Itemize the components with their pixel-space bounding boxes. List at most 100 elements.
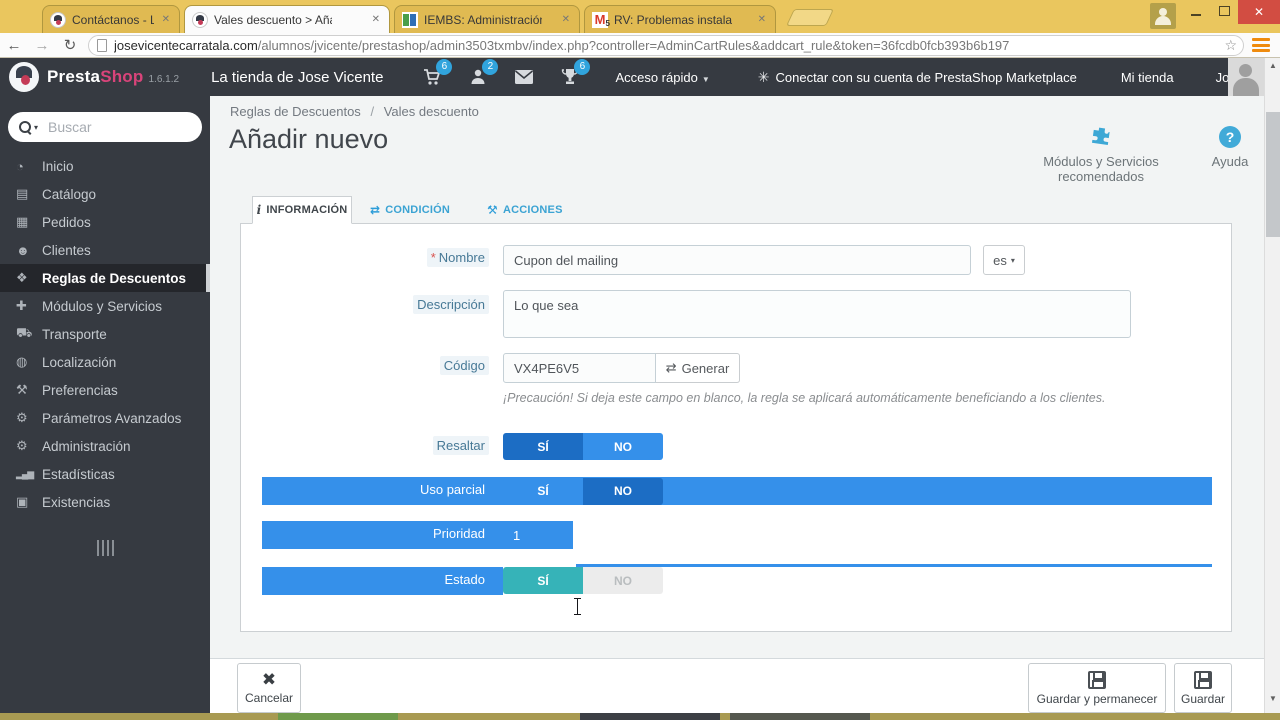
prioridad-label: Prioridad — [432, 526, 485, 541]
search-scope-caret-icon[interactable]: ▾ — [34, 123, 38, 132]
search-input[interactable] — [46, 118, 157, 136]
sidebar-item-localizacion[interactable]: ◍ Localización — [0, 348, 210, 376]
marketplace-link[interactable]: ✳ Conectar con su cuenta de PrestaShop Ma… — [758, 69, 1077, 86]
sidebar-item-transporte[interactable]: ⛟ Transporte — [0, 320, 210, 348]
codigo-input[interactable] — [503, 353, 656, 383]
sidebar-item-label: Parámetros Avanzados — [42, 410, 182, 426]
sidebar-nav: ◔ Inicio ▤ Catálogo ▦ Pedidos ☻ Clientes ❖ Re… — [0, 152, 210, 516]
cancel-x-icon: ✖ — [261, 670, 277, 689]
scrollbar-thumb[interactable] — [1266, 112, 1280, 237]
sidebar-item-modulos[interactable]: ✚ Módulos y Servicios — [0, 292, 210, 320]
browser-tab-contactanos[interactable]: Contáctanos - La tienda d ✕ — [42, 5, 180, 33]
sidebar-item-inicio[interactable]: ◔ Inicio — [0, 152, 210, 180]
sidebar-item-administracion[interactable]: ⚙ Administración — [0, 432, 210, 460]
tab-acciones[interactable]: ⚒ ACCIONES — [487, 196, 563, 223]
page-scrollbar[interactable]: ▲ ▼ — [1264, 58, 1280, 713]
sidebar-item-catalogo[interactable]: ▤ Catálogo — [0, 180, 210, 208]
iembs-favicon-icon — [402, 11, 418, 28]
cart-badge: 6 — [436, 59, 453, 75]
cart-icon[interactable]: 6 — [421, 59, 453, 88]
sidebar-item-parametros-avanzados[interactable]: ⚙ Parámetros Avanzados — [0, 404, 210, 432]
forward-icon[interactable]: → — [28, 37, 56, 54]
sidebar-item-preferencias[interactable]: ⚒ Preferencias — [0, 376, 210, 404]
back-icon[interactable]: ← — [0, 37, 28, 54]
bookmark-star-icon[interactable]: ☆ — [1224, 37, 1237, 54]
resaltar-yes-button[interactable]: SÍ — [503, 433, 583, 460]
help-link[interactable]: ? Ayuda — [1208, 122, 1252, 169]
sidebar-item-estadisticas[interactable]: ▂▄▆ Estadísticas — [0, 460, 210, 488]
wrench-icon: ⚒ — [16, 382, 28, 397]
sidebar-item-label: Administración — [42, 438, 131, 454]
user-avatar[interactable] — [1228, 58, 1264, 96]
breadcrumb-link-vales[interactable]: Vales descuento — [384, 104, 479, 119]
scroll-down-icon[interactable]: ▼ — [1265, 691, 1280, 706]
sidebar-collapse-handle[interactable] — [0, 540, 210, 556]
shop-name-link[interactable]: La tienda de Jose Vicente — [211, 69, 383, 86]
resaltar-no-button[interactable]: NO — [583, 433, 663, 460]
uso-parcial-switch: SÍ NO — [503, 477, 663, 505]
sidebar-search[interactable]: ▾ — [8, 112, 202, 142]
sidebar-item-existencias[interactable]: ▣ Existencias — [0, 488, 210, 516]
sidebar-item-label: Catálogo — [42, 186, 97, 202]
tab-close-icon[interactable]: ✕ — [160, 14, 172, 25]
tab-close-icon[interactable]: ✕ — [560, 14, 572, 25]
scroll-up-icon[interactable]: ▲ — [1265, 58, 1280, 73]
breadcrumb-link-reglas[interactable]: Reglas de Descuentos — [230, 104, 361, 119]
uso-parcial-no-button[interactable]: NO — [583, 477, 663, 505]
admin-header: PrestaShop 1.6.1.2 La tienda de Jose Vic… — [0, 58, 1280, 96]
browser-menu-icon[interactable] — [1250, 36, 1272, 54]
prioridad-input[interactable]: 1 — [503, 521, 573, 549]
taskbar-segment — [730, 713, 870, 720]
uso-parcial-yes-button[interactable]: SÍ — [503, 477, 583, 505]
recommended-modules-link[interactable]: Módulos y Servicios recomendados — [1000, 122, 1202, 184]
tab-close-icon[interactable]: ✕ — [370, 14, 382, 25]
quick-access-menu[interactable]: Acceso rápido ▼ — [615, 70, 709, 85]
sidebar-item-pedidos[interactable]: ▦ Pedidos — [0, 208, 210, 236]
language-dropdown[interactable]: es ▾ — [983, 245, 1025, 275]
url-field[interactable]: josevicentecarratala.com/alumnos/jvicent… — [88, 34, 1244, 56]
prestashop-logo-icon[interactable] — [9, 62, 39, 92]
sidebar-item-reglas-de-descuentos[interactable]: ❖ Reglas de Descuentos — [0, 264, 210, 292]
form-tabs: i INFORMACIÓN ⇄ CONDICIÓN ⚒ ACCIONES — [240, 196, 1232, 224]
descripcion-textarea[interactable]: Lo que sea — [503, 290, 1131, 338]
window-restore-button[interactable] — [1210, 0, 1238, 22]
page-title: Añadir nuevo — [229, 124, 389, 154]
trophy-icon[interactable]: 6 — [559, 59, 591, 88]
browser-profile-icon[interactable] — [1150, 3, 1176, 29]
browser-tab-gmail[interactable]: M5 RV: Problemas instalación ✕ — [584, 5, 776, 33]
wrench-icon: ⚒ — [487, 202, 498, 217]
nombre-input[interactable] — [503, 245, 971, 275]
tab-informacion[interactable]: i INFORMACIÓN — [252, 196, 352, 224]
sidebar-item-clientes[interactable]: ☻ Clientes — [0, 236, 210, 264]
tab-close-icon[interactable]: ✕ — [756, 14, 768, 25]
messages-icon[interactable] — [513, 66, 535, 88]
browser-tab-vales-descuento[interactable]: Vales descuento > Añadir ✕ — [184, 5, 390, 33]
new-tab-button[interactable] — [786, 9, 834, 26]
window-close-button[interactable]: ✕ — [1238, 0, 1280, 24]
gmail-favicon-icon: M5 — [592, 11, 610, 28]
voucher-form-panel: *Nombre es▾ Descripción Lo que sea Códig… — [240, 223, 1232, 632]
save-and-stay-button[interactable]: Guardar y permanecer — [1028, 663, 1166, 713]
sidebar-item-label: Módulos y Servicios — [42, 298, 163, 314]
generate-code-button[interactable]: ⇄ Generar — [656, 353, 740, 383]
help-label: Ayuda — [1211, 154, 1249, 169]
save-floppy-icon — [1088, 670, 1106, 689]
tab-title: Contáctanos - La tienda d — [72, 12, 154, 27]
reload-icon[interactable]: ↻ — [56, 36, 84, 54]
sidebar-item-label: Pedidos — [42, 214, 91, 230]
browser-tab-iembs[interactable]: IEMBS: Administración: Us ✕ — [394, 5, 580, 33]
prestashop-brand: PrestaShop — [47, 67, 144, 86]
tab-condicion[interactable]: ⇄ CONDICIÓN — [370, 196, 450, 223]
estado-yes-button[interactable]: SÍ — [503, 567, 583, 594]
resaltar-label: Resaltar — [261, 436, 489, 455]
save-button[interactable]: Guardar — [1174, 663, 1232, 713]
codigo-help-text: ¡Precaución! Si deja este campo en blanc… — [503, 391, 1106, 405]
estado-no-button[interactable]: NO — [583, 567, 663, 594]
cancel-button[interactable]: ✖ Cancelar — [237, 663, 301, 713]
my-shop-link[interactable]: Mi tienda — [1121, 70, 1174, 85]
tab-title: Vales descuento > Añadir — [214, 12, 332, 27]
customers-icon[interactable]: 2 — [467, 59, 499, 88]
shuffle-icon: ⇄ — [370, 202, 381, 217]
search-icon — [18, 120, 32, 134]
window-minimize-button[interactable] — [1182, 0, 1210, 22]
